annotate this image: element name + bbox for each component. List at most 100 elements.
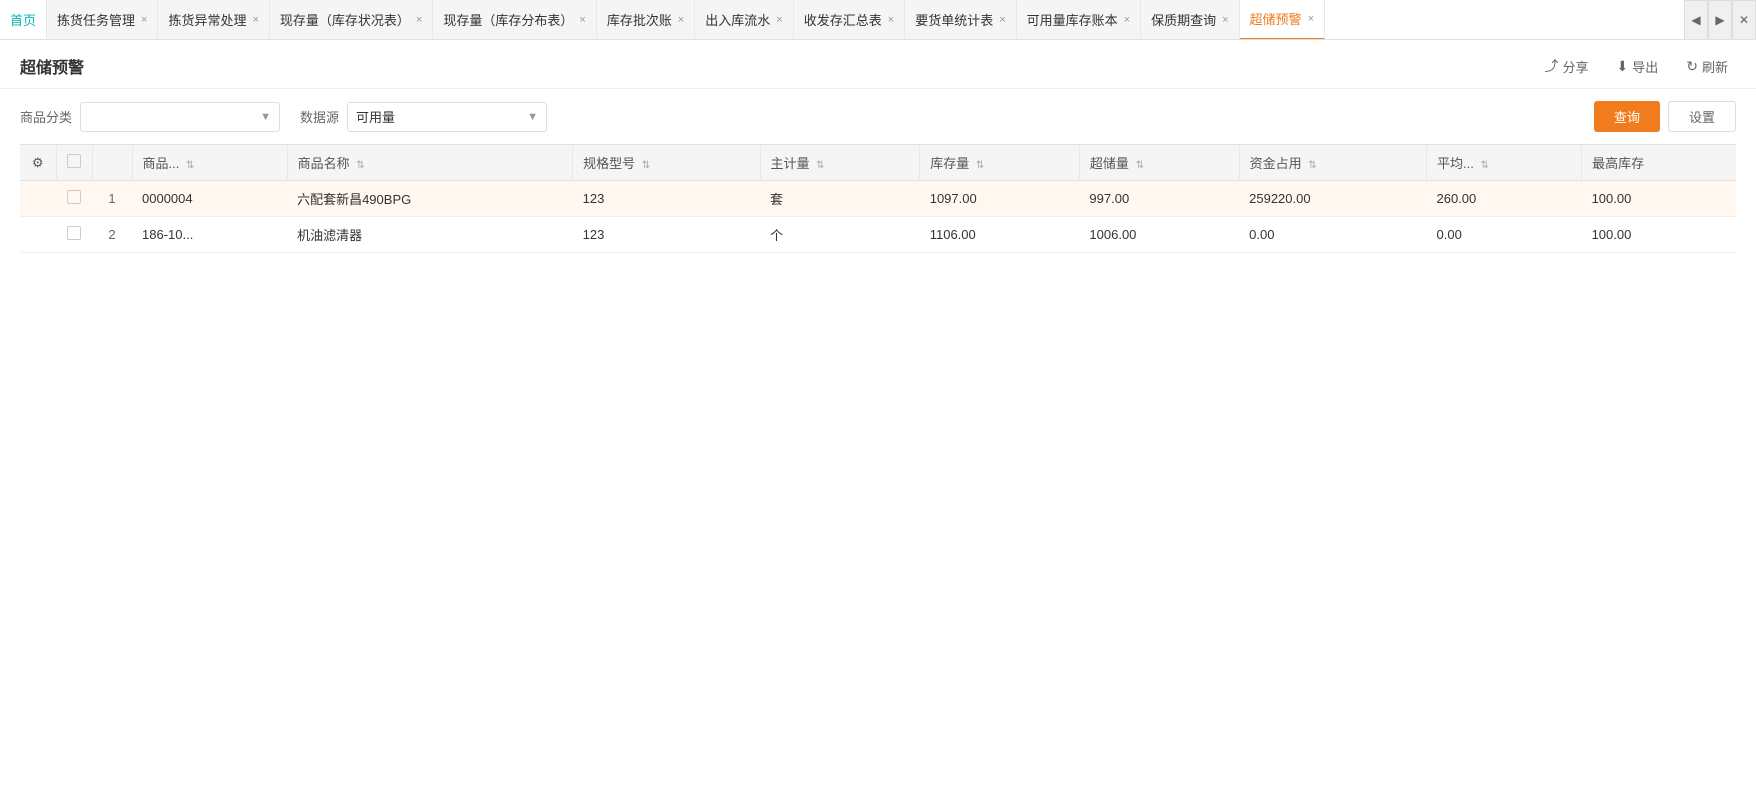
- sort-unit-icon: ⇅: [816, 160, 824, 171]
- export-button[interactable]: ⬇ 导出: [1609, 53, 1667, 80]
- col-overstock[interactable]: 超储量 ⇅: [1079, 145, 1239, 181]
- row-settings-1: [20, 217, 56, 253]
- row-index-0: 1: [92, 181, 132, 217]
- col-max-stock: 最高库存: [1582, 145, 1736, 181]
- sort-avg-icon: ⇅: [1480, 160, 1488, 171]
- row-settings-0: [20, 181, 56, 217]
- filter-actions: 查询 设置: [1594, 101, 1736, 132]
- col-product-name[interactable]: 商品名称 ⇅: [287, 145, 573, 181]
- row-select-checkbox-1[interactable]: [67, 226, 81, 240]
- row-spec-1: 123: [573, 217, 760, 253]
- category-filter-group: 商品分类 ▼: [20, 102, 280, 132]
- col-stock[interactable]: 库存量 ⇅: [920, 145, 1080, 181]
- row-max-stock-1: 100.00: [1582, 217, 1736, 253]
- select-all-checkbox[interactable]: [67, 154, 81, 168]
- filter-area: 商品分类 ▼ 数据源 可用量 ▼ 查询 设置: [0, 89, 1756, 144]
- datasource-value: 可用量: [356, 107, 395, 126]
- category-select[interactable]: ▼: [80, 102, 280, 132]
- close-tab-10[interactable]: ×: [1222, 14, 1228, 26]
- nav-close-button[interactable]: ✕: [1732, 0, 1756, 40]
- row-stock-0: 1097.00: [920, 181, 1080, 217]
- share-icon: ⤴: [1544, 56, 1558, 76]
- table-row[interactable]: 1 0000004 六配套新昌490BPG 123 套 1097.00 997.…: [20, 181, 1736, 217]
- col-index: [92, 145, 132, 181]
- nav-tab-8[interactable]: 要货单统计表 ×: [905, 0, 1016, 40]
- nav-tab-1[interactable]: 拣货任务管理 ×: [47, 0, 158, 40]
- close-tab-9[interactable]: ×: [1124, 14, 1130, 26]
- nav-tab-4[interactable]: 现存量（库存分布表） ×: [433, 0, 596, 40]
- nav-tab-7[interactable]: 收发存汇总表 ×: [794, 0, 905, 40]
- close-tab-11[interactable]: ×: [1308, 13, 1314, 25]
- close-tab-1[interactable]: ×: [141, 14, 147, 26]
- row-unit-0: 套: [760, 181, 920, 217]
- row-checkbox-0[interactable]: [56, 181, 92, 217]
- row-max-stock-0: 100.00: [1582, 181, 1736, 217]
- sort-stock-icon: ⇅: [976, 160, 984, 171]
- query-button[interactable]: 查询: [1594, 101, 1660, 132]
- datasource-select[interactable]: 可用量 ▼: [347, 102, 547, 132]
- nav-tab-3[interactable]: 现存量（库存状况表） ×: [270, 0, 433, 40]
- datasource-filter-group: 数据源 可用量 ▼: [300, 102, 547, 132]
- table-body: 1 0000004 六配套新昌490BPG 123 套 1097.00 997.…: [20, 181, 1736, 253]
- col-product-code[interactable]: 商品... ⇅: [132, 145, 287, 181]
- nav-prev-button[interactable]: ◀: [1684, 0, 1708, 40]
- close-tab-2[interactable]: ×: [252, 14, 258, 26]
- datasource-chevron-icon: ▼: [527, 111, 538, 123]
- nav-tab-10[interactable]: 保质期查询 ×: [1141, 0, 1239, 40]
- close-tab-6[interactable]: ×: [776, 14, 782, 26]
- nav-next-button[interactable]: ▶: [1708, 0, 1732, 40]
- row-checkbox-1[interactable]: [56, 217, 92, 253]
- table-row[interactable]: 2 186-10... 机油滤清器 123 个 1106.00 1006.00 …: [20, 217, 1736, 253]
- close-tab-7[interactable]: ×: [888, 14, 894, 26]
- row-select-checkbox-0[interactable]: [67, 190, 81, 204]
- gear-icon: ⚙: [32, 155, 44, 170]
- row-avg-1: 0.00: [1427, 217, 1582, 253]
- page-title: 超储预警: [20, 54, 84, 78]
- row-spec-0: 123: [573, 181, 760, 217]
- row-overstock-1: 1006.00: [1079, 217, 1239, 253]
- row-capital-1: 0.00: [1239, 217, 1426, 253]
- close-tab-8[interactable]: ×: [999, 14, 1005, 26]
- export-icon: ⬇: [1617, 58, 1629, 75]
- refresh-button[interactable]: ↻ 刷新: [1678, 53, 1736, 80]
- close-tab-3[interactable]: ×: [416, 14, 422, 26]
- col-avg[interactable]: 平均... ⇅: [1427, 145, 1582, 181]
- table-container: ⚙ 商品... ⇅ 商品名称 ⇅ 规格型号 ⇅: [0, 144, 1756, 253]
- close-tab-4[interactable]: ×: [579, 14, 585, 26]
- nav-tab-home[interactable]: 首页: [0, 0, 47, 40]
- category-chevron-icon: ▼: [260, 111, 271, 123]
- category-label: 商品分类: [20, 107, 72, 126]
- col-capital[interactable]: 资金占用 ⇅: [1239, 145, 1426, 181]
- sort-capital-icon: ⇅: [1308, 160, 1316, 171]
- nav-tab-11[interactable]: 超储预警 ×: [1240, 0, 1325, 40]
- row-unit-1: 个: [760, 217, 920, 253]
- nav-tab-9[interactable]: 可用量库存账本 ×: [1017, 0, 1141, 40]
- row-product-name-0: 六配套新昌490BPG: [287, 181, 573, 217]
- row-overstock-0: 997.00: [1079, 181, 1239, 217]
- data-table: ⚙ 商品... ⇅ 商品名称 ⇅ 规格型号 ⇅: [20, 144, 1736, 253]
- col-unit[interactable]: 主计量 ⇅: [760, 145, 920, 181]
- sort-product-code-icon: ⇅: [186, 160, 194, 171]
- row-capital-0: 259220.00: [1239, 181, 1426, 217]
- refresh-icon: ↻: [1686, 58, 1698, 75]
- sort-product-name-icon: ⇅: [356, 160, 364, 171]
- datasource-label: 数据源: [300, 107, 339, 126]
- row-product-name-1: 机油滤清器: [287, 217, 573, 253]
- share-button[interactable]: ⤴ 分享: [1536, 52, 1596, 80]
- col-settings[interactable]: ⚙: [20, 145, 56, 181]
- nav-tab-6[interactable]: 出入库流水 ×: [695, 0, 793, 40]
- sort-spec-icon: ⇅: [642, 160, 650, 171]
- settings-button[interactable]: 设置: [1668, 101, 1736, 132]
- page-header: 超储预警 ⤴ 分享 ⬇ 导出 ↻ 刷新: [0, 40, 1756, 89]
- col-check[interactable]: [56, 145, 92, 181]
- header-actions: ⤴ 分享 ⬇ 导出 ↻ 刷新: [1536, 52, 1736, 80]
- top-nav: 首页 拣货任务管理 × 拣货异常处理 × 现存量（库存状况表） × 现存量（库存…: [0, 0, 1756, 40]
- col-spec[interactable]: 规格型号 ⇅: [573, 145, 760, 181]
- nav-arrows: ◀ ▶ ✕: [1684, 0, 1756, 40]
- nav-tab-2[interactable]: 拣货异常处理 ×: [158, 0, 269, 40]
- row-stock-1: 1106.00: [920, 217, 1080, 253]
- nav-tab-5[interactable]: 库存批次账 ×: [597, 0, 695, 40]
- row-index-1: 2: [92, 217, 132, 253]
- row-product-code-0: 0000004: [132, 181, 287, 217]
- close-tab-5[interactable]: ×: [678, 14, 684, 26]
